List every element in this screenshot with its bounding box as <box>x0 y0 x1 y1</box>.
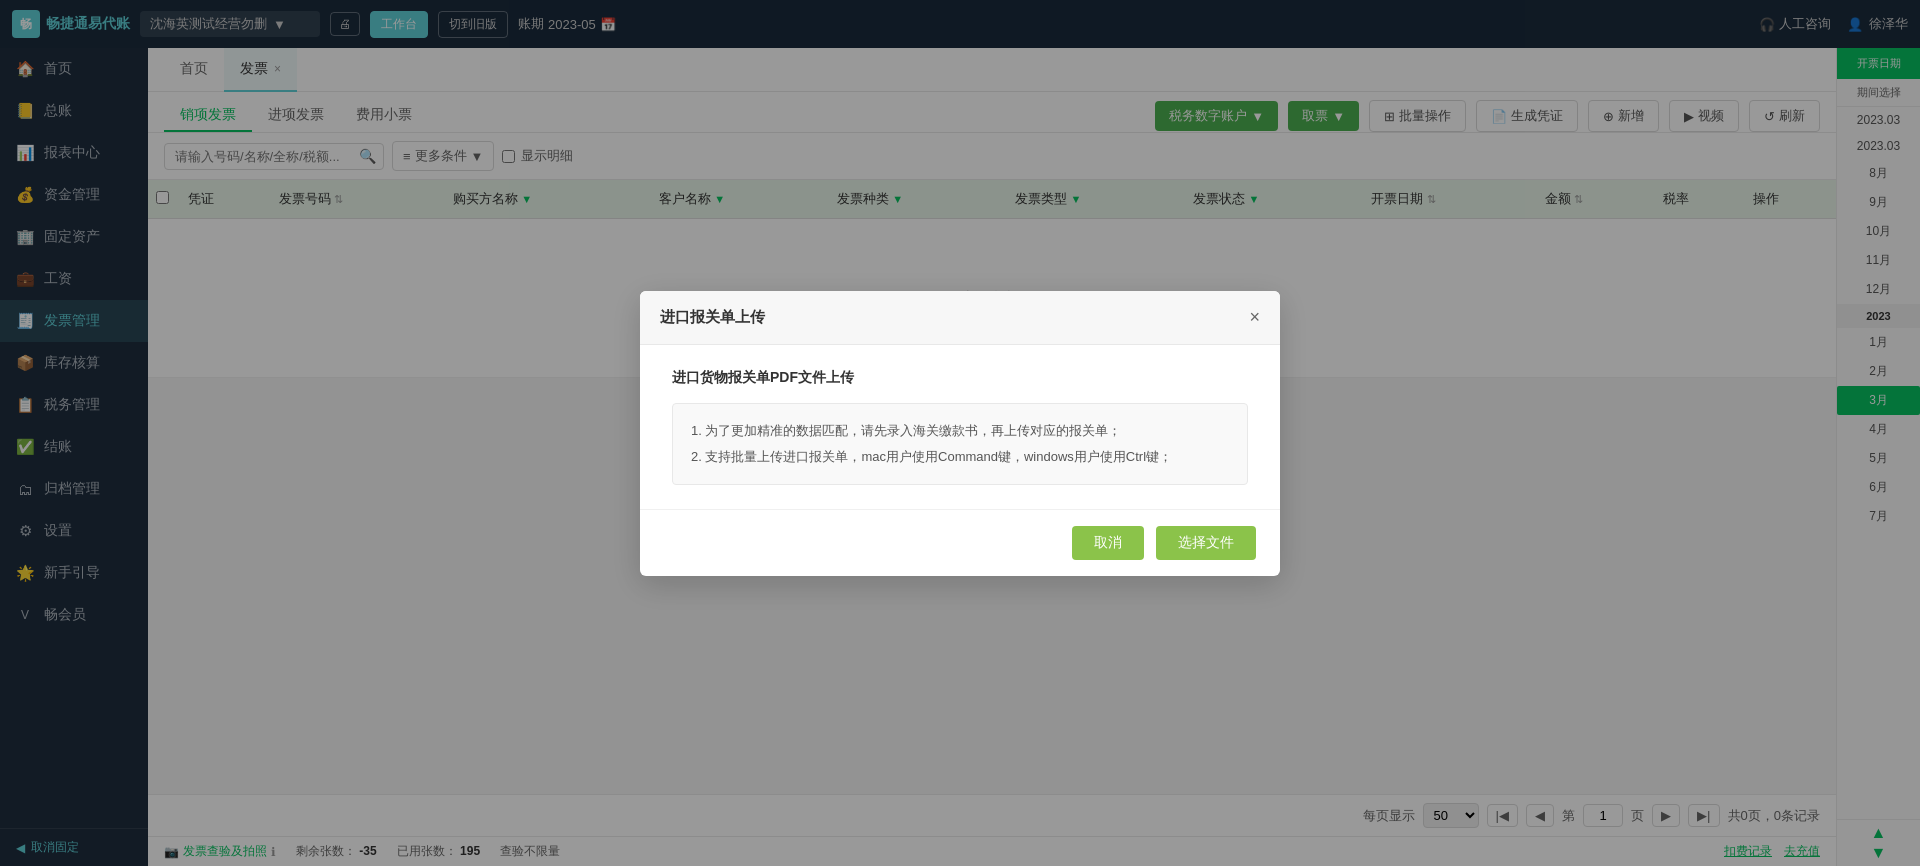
modal-overlay: 进口报关单上传 × 进口货物报关单PDF文件上传 1. 为了更加精准的数据匹配，… <box>0 0 1920 866</box>
select-file-button[interactable]: 选择文件 <box>1156 526 1256 560</box>
modal-title: 进口报关单上传 <box>660 308 765 327</box>
modal-footer: 取消 选择文件 <box>640 509 1280 576</box>
modal-info-item-2: 2. 支持批量上传进口报关单，mac用户使用Command键，windows用户… <box>691 444 1229 470</box>
modal-body: 进口货物报关单PDF文件上传 1. 为了更加精准的数据匹配，请先录入海关缴款书，… <box>640 345 1280 509</box>
import-customs-modal: 进口报关单上传 × 进口货物报关单PDF文件上传 1. 为了更加精准的数据匹配，… <box>640 291 1280 576</box>
modal-header: 进口报关单上传 × <box>640 291 1280 345</box>
modal-close-button[interactable]: × <box>1249 307 1260 328</box>
modal-cancel-button[interactable]: 取消 <box>1072 526 1144 560</box>
modal-info-item-1: 1. 为了更加精准的数据匹配，请先录入海关缴款书，再上传对应的报关单； <box>691 418 1229 444</box>
modal-info-box: 1. 为了更加精准的数据匹配，请先录入海关缴款书，再上传对应的报关单； 2. 支… <box>672 403 1248 485</box>
modal-section-title: 进口货物报关单PDF文件上传 <box>672 369 1248 387</box>
